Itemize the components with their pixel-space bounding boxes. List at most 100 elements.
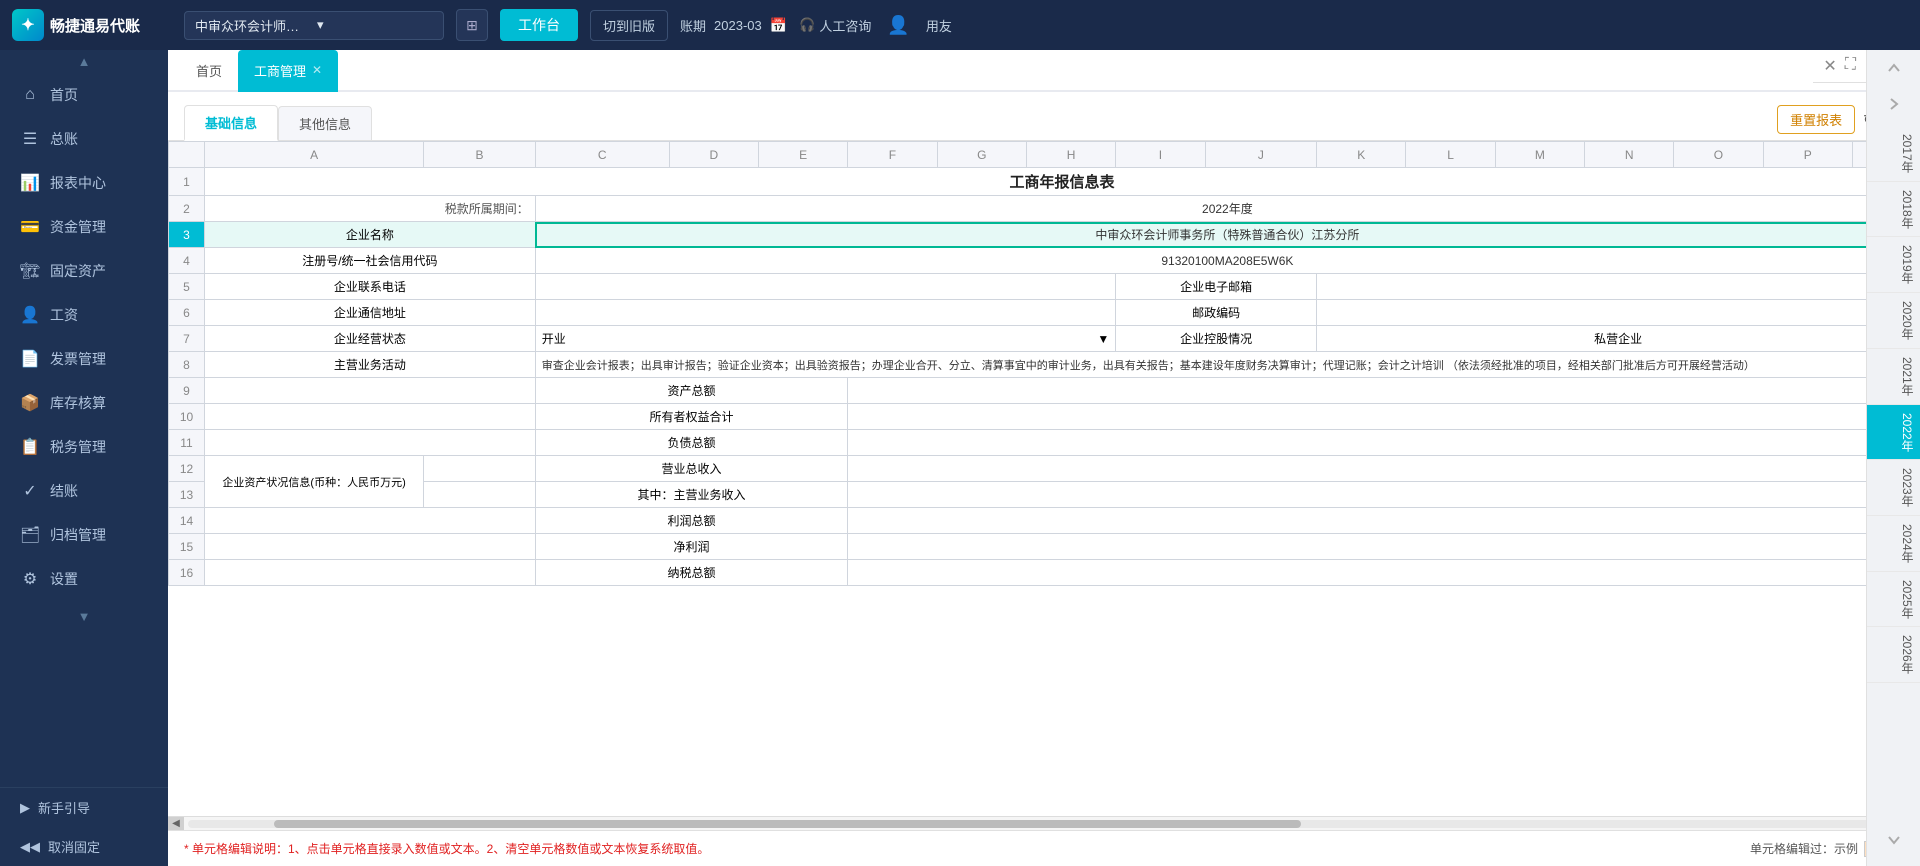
sub-tab-basic[interactable]: 基础信息 — [184, 105, 278, 141]
scroll-left-btn[interactable]: ◀ — [168, 817, 184, 831]
period-display: 账期 2023-03 📅 — [680, 16, 787, 35]
cell-2-value[interactable]: 2022年度 — [535, 196, 1919, 222]
cell-5-phone[interactable] — [535, 274, 1115, 300]
col-header-m[interactable]: M — [1495, 142, 1584, 168]
col-header-i[interactable]: I — [1116, 142, 1205, 168]
cell-7-status[interactable]: 开业 ▼ — [535, 326, 1115, 352]
sidebar-item-ledger[interactable]: ☰ 总账 — [0, 117, 168, 161]
col-header-g[interactable]: G — [937, 142, 1026, 168]
sidebar-item-archive[interactable]: 🗂 归档管理 — [0, 513, 168, 557]
cell-14-value[interactable] — [848, 508, 1920, 534]
col-header-b[interactable]: B — [424, 142, 536, 168]
close-window-button[interactable]: ✕ — [1823, 56, 1836, 76]
panel-collapse-top[interactable] — [1876, 50, 1912, 86]
sidebar-item-tax[interactable]: 📋 税务管理 — [0, 425, 168, 469]
import-icon[interactable]: ⊞ — [456, 9, 488, 41]
col-header-k[interactable]: K — [1317, 142, 1406, 168]
sidebar-unpin[interactable]: ◀◀ 取消固定 — [0, 827, 168, 866]
cell-4-value[interactable]: 91320100MA208E5W6K — [535, 248, 1919, 274]
year-2018[interactable]: 2018年 — [1867, 182, 1920, 238]
col-header-j[interactable]: J — [1205, 142, 1317, 168]
scroll-track[interactable] — [188, 820, 1900, 828]
col-header-c[interactable]: C — [535, 142, 669, 168]
company-selector[interactable]: 中审众环会计师事务所（特殊普通合伙... ▾ — [184, 11, 444, 40]
tab-business[interactable]: 工商管理 ✕ — [238, 50, 338, 92]
cell-12-value[interactable] — [848, 456, 1920, 482]
cell-7-stock[interactable]: 私营企业 — [1317, 326, 1920, 352]
cell-title[interactable]: 工商年报信息表 — [205, 168, 1920, 196]
table-row: 2 税款所属期间： 2022年度 — [169, 196, 1920, 222]
col-header-f[interactable]: F — [848, 142, 937, 168]
sidebar-item-settlement[interactable]: ✓ 结账 — [0, 469, 168, 513]
cell-9-value[interactable] — [848, 378, 1920, 404]
reset-report-button[interactable]: 重置报表 — [1777, 105, 1855, 134]
sidebar-item-settings[interactable]: ⚙ 设置 — [0, 557, 168, 601]
panel-expand-btn[interactable] — [1876, 86, 1912, 122]
expand-window-button[interactable]: ⛶ — [1845, 56, 1856, 76]
cell-6-postal[interactable] — [1317, 300, 1920, 326]
col-header-a[interactable]: A — [205, 142, 424, 168]
panel-collapse-bottom[interactable] — [1876, 822, 1912, 858]
sidebar-item-payroll[interactable]: 👤 工资 — [0, 293, 168, 337]
year-2020[interactable]: 2020年 — [1867, 293, 1920, 349]
row-num-16: 16 — [169, 560, 205, 586]
settings-icon: ⚙ — [20, 569, 40, 589]
calendar-icon[interactable]: 📅 — [770, 17, 787, 34]
service-button[interactable]: 🎧 人工咨询 — [799, 16, 871, 35]
cell-13-value[interactable] — [848, 482, 1920, 508]
cell-5-email[interactable] — [1317, 274, 1920, 300]
tab-close-icon[interactable]: ✕ — [312, 63, 322, 77]
sidebar-item-assets[interactable]: 🏗 固定资产 — [0, 249, 168, 293]
cell-10-value[interactable] — [848, 404, 1920, 430]
sidebar-item-inventory[interactable]: 📦 库存核算 — [0, 381, 168, 425]
col-header-n[interactable]: N — [1585, 142, 1674, 168]
cell-8-value[interactable]: 审查企业会计报表；出具审计报告；验证企业资本；出具验资报告；办理企业合开、分立、… — [535, 352, 1919, 378]
col-header-p[interactable]: P — [1763, 142, 1852, 168]
spreadsheet-container[interactable]: A B C D E F G H I J K L M — [168, 141, 1920, 816]
user-area: 🎧 人工咨询 👤 用友 — [799, 15, 952, 36]
sidebar-newbie-guide[interactable]: ▶ 新手引导 — [0, 788, 168, 827]
unpin-icon: ◀◀ — [20, 839, 40, 855]
table-row: 13 其中：主营业务收入 — [169, 482, 1920, 508]
year-2023[interactable]: 2023年 — [1867, 460, 1920, 516]
year-2026[interactable]: 2026年 — [1867, 627, 1920, 683]
col-header-d[interactable]: D — [669, 142, 758, 168]
year-2021[interactable]: 2021年 — [1867, 349, 1920, 405]
cell-10-item: 所有者权益合计 — [535, 404, 848, 430]
year-2025[interactable]: 2025年 — [1867, 572, 1920, 628]
year-2019[interactable]: 2019年 — [1867, 237, 1920, 293]
year-2022[interactable]: 2022年 — [1867, 405, 1920, 461]
year-2024[interactable]: 2024年 — [1867, 516, 1920, 572]
sidebar-scroll-up[interactable]: ▲ — [0, 50, 168, 73]
col-header-e[interactable]: E — [759, 142, 848, 168]
old-version-button[interactable]: 切到旧版 — [590, 10, 668, 41]
row-num-9: 9 — [169, 378, 205, 404]
cell-15-value[interactable] — [848, 534, 1920, 560]
tax-icon: 📋 — [20, 437, 40, 457]
payroll-icon: 👤 — [20, 305, 40, 325]
horizontal-scrollbar[interactable]: ◀ ▶ — [168, 816, 1920, 830]
sidebar-label-ledger: 总账 — [50, 129, 78, 149]
sidebar-item-invoice[interactable]: 📄 发票管理 — [0, 337, 168, 381]
row-num-3: 3 — [169, 222, 205, 248]
year-2017[interactable]: 2017年 — [1867, 126, 1920, 182]
dropdown-icon[interactable]: ▼ — [1097, 332, 1109, 346]
sidebar-item-reports[interactable]: 📊 报表中心 — [0, 161, 168, 205]
sidebar-item-home[interactable]: ⌂ 首页 — [0, 73, 168, 117]
col-header-o[interactable]: O — [1674, 142, 1763, 168]
sub-tab-other[interactable]: 其他信息 — [278, 106, 372, 140]
sidebar-item-funds[interactable]: 💳 资金管理 — [0, 205, 168, 249]
cell-11-value[interactable] — [848, 430, 1920, 456]
tab-home[interactable]: 首页 — [180, 50, 238, 92]
col-header-h[interactable]: H — [1026, 142, 1115, 168]
cell-3-value[interactable]: 中审众环会计师事务所（特殊普通合伙）江苏分所 — [535, 222, 1919, 248]
cell-6-address[interactable] — [535, 300, 1115, 326]
cell-16-value[interactable] — [848, 560, 1920, 586]
assets-icon: 🏗 — [20, 261, 40, 281]
col-header-l[interactable]: L — [1406, 142, 1495, 168]
right-panel: 2017年 2018年 2019年 2020年 2021年 2022年 2023… — [1866, 50, 1920, 866]
workbench-button[interactable]: 工作台 — [500, 9, 578, 41]
sidebar-scroll-down[interactable]: ▼ — [0, 605, 168, 628]
cell-5-email-label: 企业电子邮箱 — [1116, 274, 1317, 300]
scroll-thumb[interactable] — [274, 820, 1301, 828]
